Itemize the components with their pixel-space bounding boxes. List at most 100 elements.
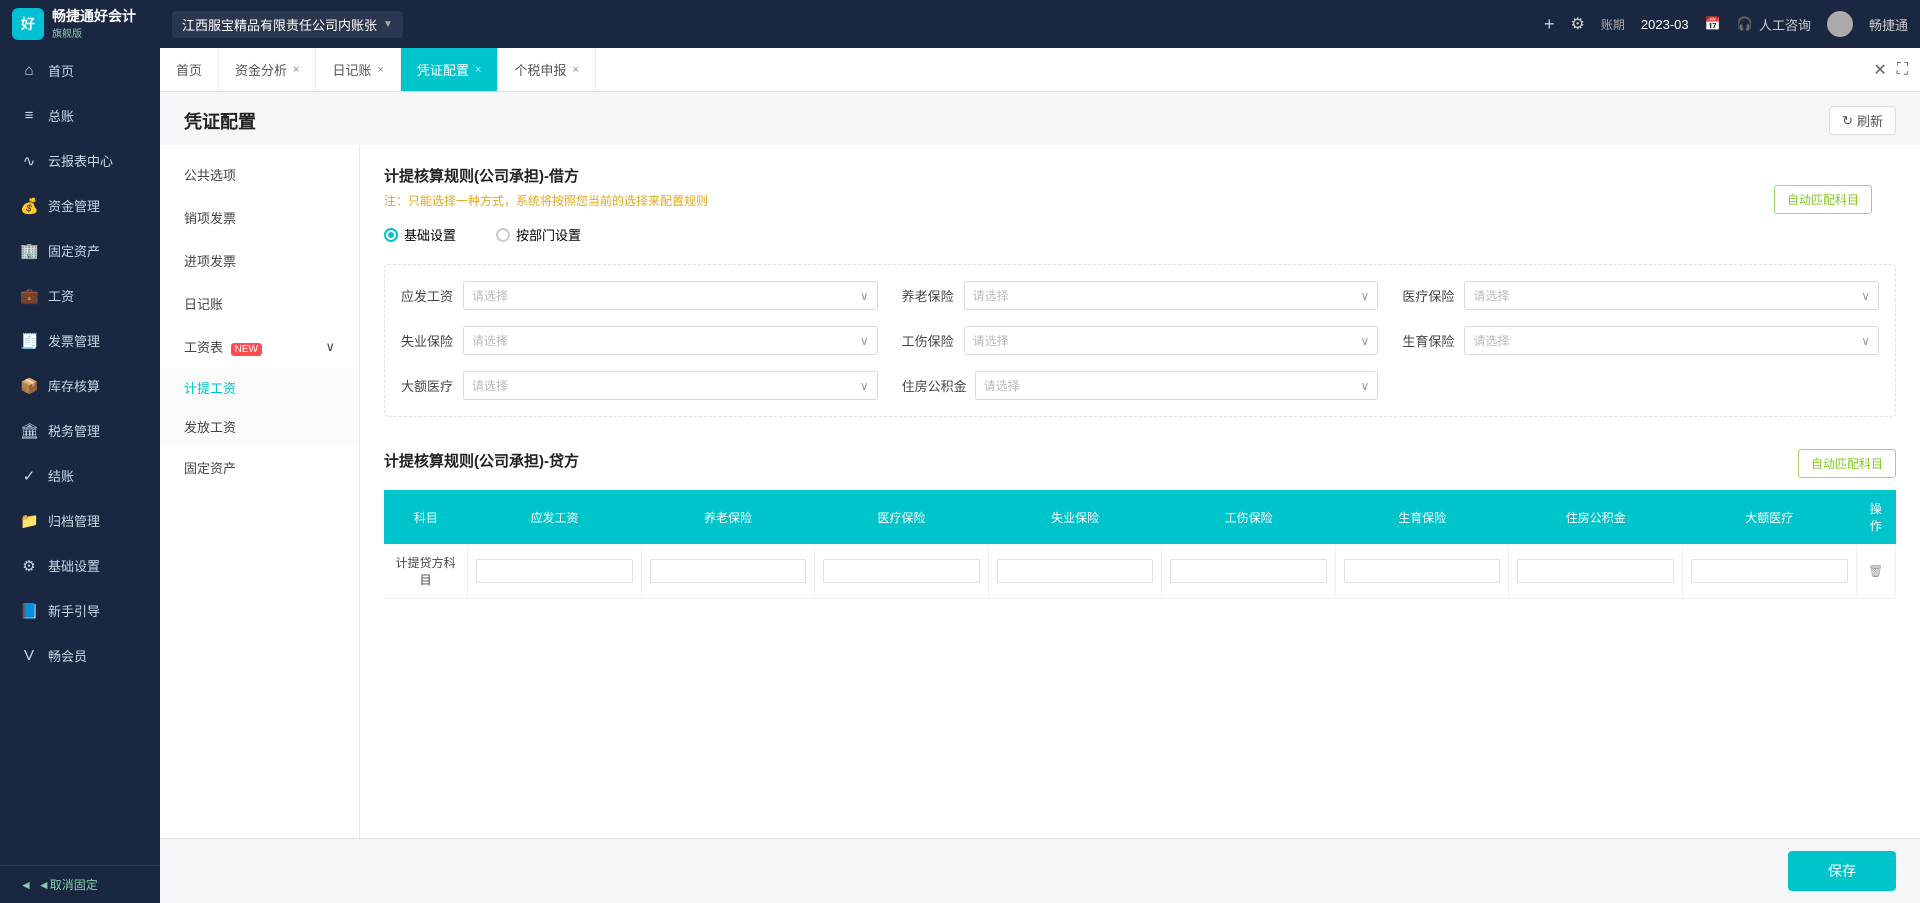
left-nav-group-salary-table[interactable]: 工资表 NEW ∨ xyxy=(160,325,359,368)
input-maternity[interactable] xyxy=(1344,559,1501,583)
sidebar-item-home[interactable]: ⌂ 首页 xyxy=(0,48,160,93)
cancel-pin-button[interactable]: ◄ ◄取消固定 xyxy=(0,865,160,903)
delete-icon[interactable]: 🗑 xyxy=(1868,564,1883,578)
sidebar-item-label: 发票管理 xyxy=(48,331,100,350)
add-button[interactable]: + xyxy=(1544,14,1555,35)
user-service[interactable]: 🎧 人工咨询 xyxy=(1737,15,1811,34)
close-all-icon[interactable]: ✕ xyxy=(1873,60,1886,80)
chevron-down-icon: ∨ xyxy=(1361,379,1370,393)
tab-label: 日记账 xyxy=(332,60,371,79)
close-icon[interactable]: × xyxy=(293,64,299,76)
left-nav-item-sales-invoice[interactable]: 销项发票 xyxy=(160,196,359,239)
radio-basic-settings[interactable]: 基础设置 xyxy=(384,225,456,244)
field-injury: 工伤保险 请选择 ∨ xyxy=(902,326,1379,355)
tab-diary[interactable]: 日记账 × xyxy=(316,48,400,91)
input-pension[interactable] xyxy=(650,559,807,583)
cell-large-medical[interactable] xyxy=(1683,544,1857,599)
select-gross-salary[interactable]: 请选择 ∨ xyxy=(463,281,878,310)
cell-subject-label: 计提贷方科目 xyxy=(384,544,468,599)
credit-section: 计提核算规则(公司承担)-贷方 自动匹配科目 科目 应发工资 养老保险 医疗保险… xyxy=(384,449,1896,599)
chevron-down-icon: ∨ xyxy=(860,334,869,348)
sidebar-item-fixed-assets[interactable]: 🏢 固定资产 xyxy=(0,228,160,273)
radio-group: 基础设置 按部门设置 xyxy=(384,225,1896,244)
tab-home[interactable]: 首页 xyxy=(160,48,219,91)
radio-circle xyxy=(496,228,510,242)
left-nav-sub-provision[interactable]: 计提工资 xyxy=(160,368,359,407)
cell-medical[interactable] xyxy=(815,544,989,599)
sidebar-item-invoice[interactable]: 🧾 发票管理 xyxy=(0,318,160,363)
col-unemployment: 失业保险 xyxy=(988,490,1162,544)
close-icon[interactable]: × xyxy=(572,64,578,76)
field-label: 应发工资 xyxy=(401,286,455,305)
close-icon[interactable]: × xyxy=(475,64,481,76)
cell-pension[interactable] xyxy=(641,544,815,599)
sidebar-item-cloud-report[interactable]: ∿ 云报表中心 xyxy=(0,138,160,183)
auto-match-debit-button[interactable]: 自动匹配科目 xyxy=(1774,185,1872,214)
cell-maternity[interactable] xyxy=(1335,544,1509,599)
select-large-medical[interactable]: 请选择 ∨ xyxy=(463,371,878,400)
sidebar-item-close[interactable]: ✓ 结账 xyxy=(0,453,160,498)
tab-tax-declaration[interactable]: 个税申报 × xyxy=(498,48,595,91)
input-injury[interactable] xyxy=(1170,559,1327,583)
save-button[interactable]: 保存 xyxy=(1788,851,1896,891)
left-nav-sub-pay[interactable]: 发放工资 xyxy=(160,407,359,446)
select-maternity[interactable]: 请选择 ∨ xyxy=(1464,326,1879,355)
sidebar-item-general-ledger[interactable]: ≡ 总账 xyxy=(0,93,160,138)
sidebar-item-salary[interactable]: 💼 工资 xyxy=(0,273,160,318)
auto-match-credit-button[interactable]: 自动匹配科目 xyxy=(1798,449,1896,478)
select-injury[interactable]: 请选择 ∨ xyxy=(964,326,1379,355)
cell-operation[interactable]: 🗑 xyxy=(1856,544,1895,599)
settings-icon[interactable]: ⚙ xyxy=(1571,14,1585,34)
cell-housing-fund[interactable] xyxy=(1509,544,1683,599)
cell-unemployment[interactable] xyxy=(988,544,1162,599)
sidebar-item-label: 固定资产 xyxy=(48,241,100,260)
expand-icon[interactable]: ⛶ xyxy=(1897,61,1908,79)
archive-icon: 📁 xyxy=(20,512,38,530)
sidebar-item-guide[interactable]: 📘 新手引导 xyxy=(0,588,160,633)
input-unemployment[interactable] xyxy=(997,559,1154,583)
main-layout: ⌂ 首页 ≡ 总账 ∿ 云报表中心 💰 资金管理 🏢 固定资产 💼 工资 🧾 发… xyxy=(0,48,1920,903)
sidebar-item-inventory[interactable]: 📦 库存核算 xyxy=(0,363,160,408)
left-nav-item-diary[interactable]: 日记账 xyxy=(160,282,359,325)
company-selector[interactable]: 江西服宝精品有限责任公司内账张 ▼ xyxy=(172,11,403,38)
select-housing-fund[interactable]: 请选择 ∨ xyxy=(975,371,1379,400)
sidebar-item-fund-management[interactable]: 💰 资金管理 xyxy=(0,183,160,228)
sidebar-item-basic-settings[interactable]: ⚙ 基础设置 xyxy=(0,543,160,588)
gear-icon: ⚙ xyxy=(20,557,38,575)
sidebar-item-tax[interactable]: 🏛 税务管理 xyxy=(0,408,160,453)
right-form: 计提核算规则(公司承担)-借方 注：只能选择一种方式，系统将按照您当前的选择来配… xyxy=(360,145,1920,838)
chevron-down-icon: ▼ xyxy=(383,19,393,30)
select-unemployment[interactable]: 请选择 ∨ xyxy=(463,326,878,355)
radio-by-department[interactable]: 按部门设置 xyxy=(496,225,581,244)
sidebar-item-vip[interactable]: V 畅会员 xyxy=(0,633,160,678)
chevron-down-icon: ∨ xyxy=(1361,289,1370,303)
left-nav-item-purchase-invoice[interactable]: 进项发票 xyxy=(160,239,359,282)
col-operation: 操作 xyxy=(1856,490,1895,544)
select-pension[interactable]: 请选择 ∨ xyxy=(964,281,1379,310)
input-large-medical[interactable] xyxy=(1691,559,1848,583)
cell-injury[interactable] xyxy=(1162,544,1336,599)
left-nav-item-public[interactable]: 公共选项 xyxy=(160,153,359,196)
input-gross-salary[interactable] xyxy=(476,559,633,583)
logo-text: 畅捷通好会计 xyxy=(52,8,136,25)
sidebar-item-label: 基础设置 xyxy=(48,556,100,575)
chevron-down-icon: ∨ xyxy=(860,289,869,303)
tab-voucher-config[interactable]: 凭证配置 × xyxy=(401,48,498,91)
select-medical[interactable]: 请选择 ∨ xyxy=(1464,281,1879,310)
close-icon[interactable]: × xyxy=(377,64,383,76)
input-housing-fund[interactable] xyxy=(1517,559,1674,583)
input-medical[interactable] xyxy=(823,559,980,583)
refresh-button[interactable]: ↻ 刷新 xyxy=(1829,106,1896,135)
tab-fund-analysis[interactable]: 资金分析 × xyxy=(219,48,316,91)
vip-icon: V xyxy=(20,647,38,664)
cell-gross-salary[interactable] xyxy=(468,544,642,599)
calendar-icon[interactable]: 📅 xyxy=(1705,16,1721,32)
sidebar-item-label: 总账 xyxy=(48,106,74,125)
tab-end-actions: ✕ ⛶ xyxy=(1861,60,1920,80)
sidebar-item-label: 资金管理 xyxy=(48,196,100,215)
sidebar-item-archive[interactable]: 📁 归档管理 xyxy=(0,498,160,543)
sidebar-item-label: 新手引导 xyxy=(48,601,100,620)
building-icon: 🏢 xyxy=(20,242,38,260)
left-nav-item-fixed-assets[interactable]: 固定资产 xyxy=(160,446,359,489)
sidebar-item-label: 税务管理 xyxy=(48,421,100,440)
